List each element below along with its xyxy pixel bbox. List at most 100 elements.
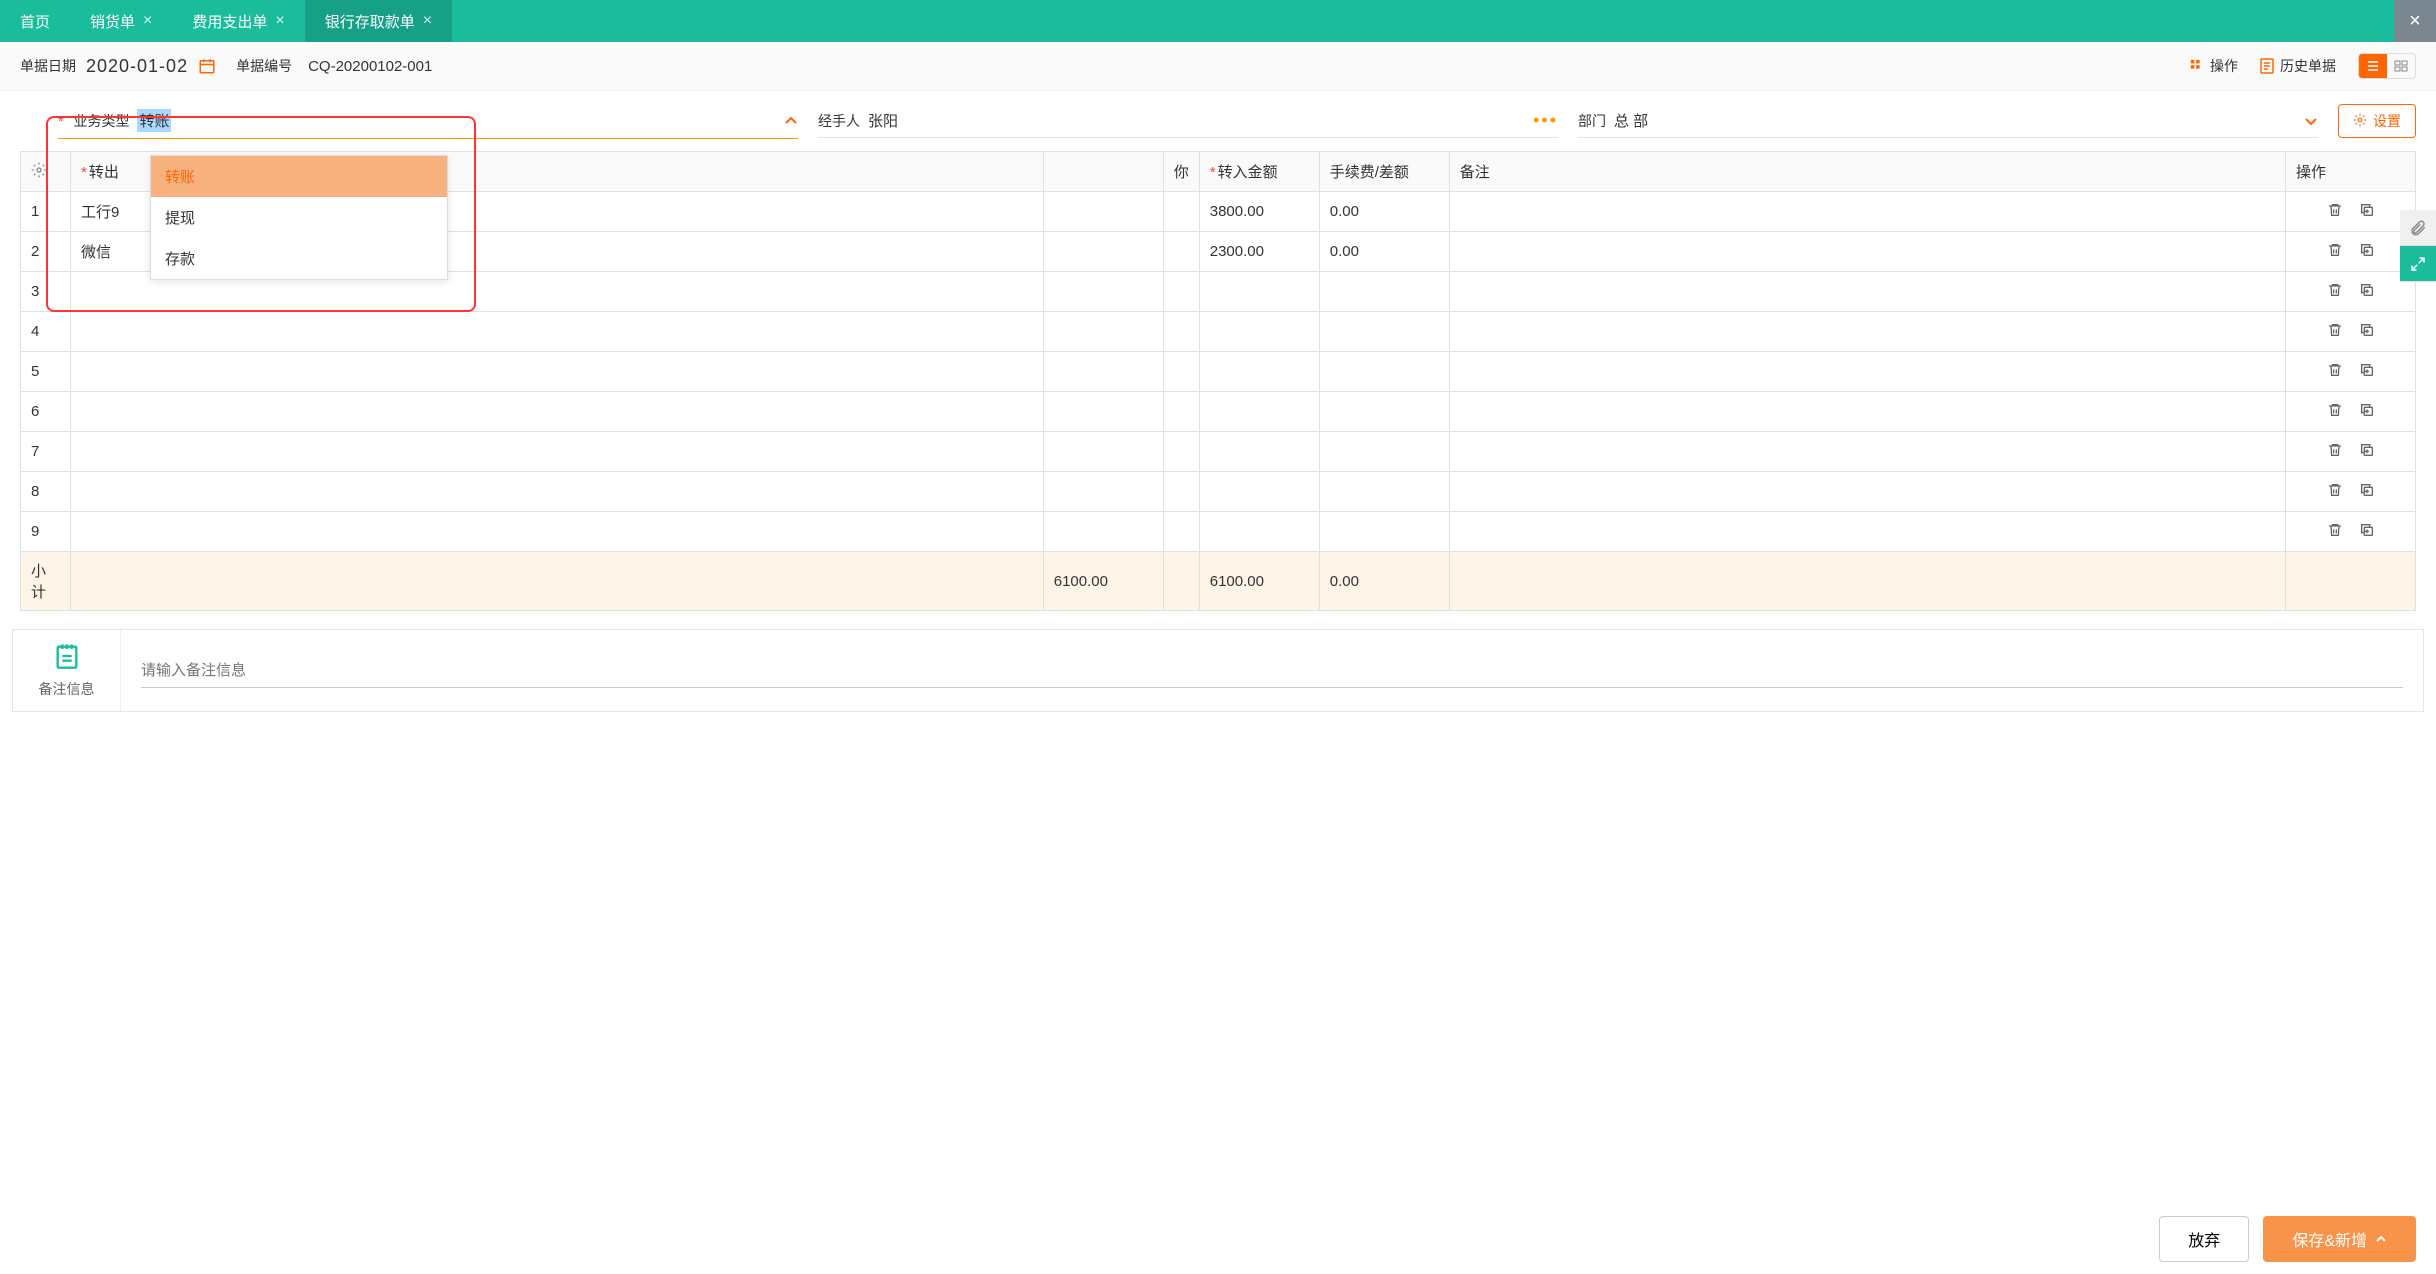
calendar-icon[interactable] xyxy=(198,57,216,75)
cell-out-account[interactable] xyxy=(71,352,1044,392)
ops-button[interactable]: 操作 xyxy=(2184,52,2244,80)
cell-suffix[interactable] xyxy=(1163,232,1199,272)
tab-sales[interactable]: 销货单× xyxy=(70,0,172,42)
table-row[interactable]: 5 xyxy=(21,352,2416,392)
cell-fee[interactable] xyxy=(1319,472,1449,512)
delete-row-icon[interactable] xyxy=(2327,482,2343,502)
cell-fee[interactable] xyxy=(1319,432,1449,472)
copy-row-icon[interactable] xyxy=(2359,202,2375,222)
tab-home[interactable]: 首页 xyxy=(0,0,70,42)
window-close-button[interactable]: × xyxy=(2394,0,2436,42)
cell-fee[interactable] xyxy=(1319,392,1449,432)
delete-row-icon[interactable] xyxy=(2327,402,2343,422)
history-button[interactable]: 历史单据 xyxy=(2254,52,2342,80)
cell-in-amount[interactable]: 3800.00 xyxy=(1199,192,1319,232)
cell-out-amount[interactable] xyxy=(1043,192,1163,232)
cell-remark[interactable] xyxy=(1449,232,2285,272)
cell-remark[interactable] xyxy=(1449,432,2285,472)
tab-expense[interactable]: 费用支出单× xyxy=(172,0,304,42)
cell-fee[interactable] xyxy=(1319,512,1449,552)
cell-out-amount[interactable] xyxy=(1043,512,1163,552)
cell-in-amount[interactable] xyxy=(1199,472,1319,512)
cancel-button[interactable]: 放弃 xyxy=(2159,1216,2249,1262)
copy-row-icon[interactable] xyxy=(2359,482,2375,502)
cell-suffix[interactable] xyxy=(1163,432,1199,472)
cell-out-amount[interactable] xyxy=(1043,472,1163,512)
save-button[interactable]: 保存&新增 xyxy=(2263,1216,2416,1262)
remark-input[interactable] xyxy=(141,654,2403,688)
cell-remark[interactable] xyxy=(1449,472,2285,512)
cell-out-amount[interactable] xyxy=(1043,312,1163,352)
cell-suffix[interactable] xyxy=(1163,512,1199,552)
cell-suffix[interactable] xyxy=(1163,472,1199,512)
cell-fee[interactable] xyxy=(1319,352,1449,392)
view-grid-button[interactable] xyxy=(2387,54,2415,78)
table-row[interactable]: 9 xyxy=(21,512,2416,552)
copy-row-icon[interactable] xyxy=(2359,242,2375,262)
close-icon[interactable]: × xyxy=(143,12,152,30)
delete-row-icon[interactable] xyxy=(2327,522,2343,542)
date-value[interactable]: 2020-01-02 xyxy=(86,56,188,77)
close-icon[interactable]: × xyxy=(423,12,432,30)
cell-remark[interactable] xyxy=(1449,392,2285,432)
view-list-button[interactable] xyxy=(2359,54,2387,78)
cell-remark[interactable] xyxy=(1449,512,2285,552)
cell-in-amount[interactable]: 2300.00 xyxy=(1199,232,1319,272)
dropdown-item-transfer[interactable]: 转账 xyxy=(151,156,447,197)
table-row[interactable]: 7 xyxy=(21,432,2416,472)
copy-row-icon[interactable] xyxy=(2359,442,2375,462)
settings-button[interactable]: 设置 xyxy=(2338,104,2416,138)
cell-out-amount[interactable] xyxy=(1043,232,1163,272)
cell-suffix[interactable] xyxy=(1163,312,1199,352)
cell-in-amount[interactable] xyxy=(1199,312,1319,352)
biztype-select[interactable]: * 业务类型 转账 转账 提现 存款 xyxy=(58,103,798,139)
delete-row-icon[interactable] xyxy=(2327,202,2343,222)
cell-out-amount[interactable] xyxy=(1043,432,1163,472)
copy-row-icon[interactable] xyxy=(2359,362,2375,382)
cell-out-account[interactable] xyxy=(71,432,1044,472)
delete-row-icon[interactable] xyxy=(2327,362,2343,382)
dept-select[interactable]: 部门 总 部 xyxy=(1578,104,2318,138)
cell-suffix[interactable] xyxy=(1163,192,1199,232)
gear-header[interactable] xyxy=(21,152,71,192)
cell-remark[interactable] xyxy=(1449,192,2285,232)
delete-row-icon[interactable] xyxy=(2327,242,2343,262)
table-row[interactable]: 8 xyxy=(21,472,2416,512)
cell-in-amount[interactable] xyxy=(1199,352,1319,392)
cell-suffix[interactable] xyxy=(1163,392,1199,432)
copy-row-icon[interactable] xyxy=(2359,522,2375,542)
cell-fee[interactable] xyxy=(1319,272,1449,312)
cell-out-account[interactable] xyxy=(71,312,1044,352)
copy-row-icon[interactable] xyxy=(2359,402,2375,422)
cell-out-amount[interactable] xyxy=(1043,272,1163,312)
copy-row-icon[interactable] xyxy=(2359,282,2375,302)
cell-in-amount[interactable] xyxy=(1199,432,1319,472)
delete-row-icon[interactable] xyxy=(2327,442,2343,462)
cell-remark[interactable] xyxy=(1449,312,2285,352)
cell-fee[interactable]: 0.00 xyxy=(1319,232,1449,272)
cell-in-amount[interactable] xyxy=(1199,512,1319,552)
attachment-button[interactable] xyxy=(2400,210,2436,246)
cell-in-amount[interactable] xyxy=(1199,392,1319,432)
expand-button[interactable] xyxy=(2400,246,2436,282)
close-icon[interactable]: × xyxy=(275,12,284,30)
cell-remark[interactable] xyxy=(1449,272,2285,312)
cell-in-amount[interactable] xyxy=(1199,272,1319,312)
delete-row-icon[interactable] xyxy=(2327,322,2343,342)
cell-suffix[interactable] xyxy=(1163,352,1199,392)
table-row[interactable]: 4 xyxy=(21,312,2416,352)
cell-out-account[interactable] xyxy=(71,472,1044,512)
tab-bank[interactable]: 银行存取款单× xyxy=(305,0,452,42)
cell-fee[interactable]: 0.00 xyxy=(1319,192,1449,232)
copy-row-icon[interactable] xyxy=(2359,322,2375,342)
cell-out-account[interactable] xyxy=(71,512,1044,552)
cell-out-amount[interactable] xyxy=(1043,392,1163,432)
dropdown-item-deposit[interactable]: 存款 xyxy=(151,238,447,279)
cell-out-amount[interactable] xyxy=(1043,352,1163,392)
table-row[interactable]: 6 xyxy=(21,392,2416,432)
cell-out-account[interactable] xyxy=(71,392,1044,432)
delete-row-icon[interactable] xyxy=(2327,282,2343,302)
handler-select[interactable]: 经手人 张阳 ••• xyxy=(818,104,1558,138)
cell-remark[interactable] xyxy=(1449,352,2285,392)
cell-suffix[interactable] xyxy=(1163,272,1199,312)
